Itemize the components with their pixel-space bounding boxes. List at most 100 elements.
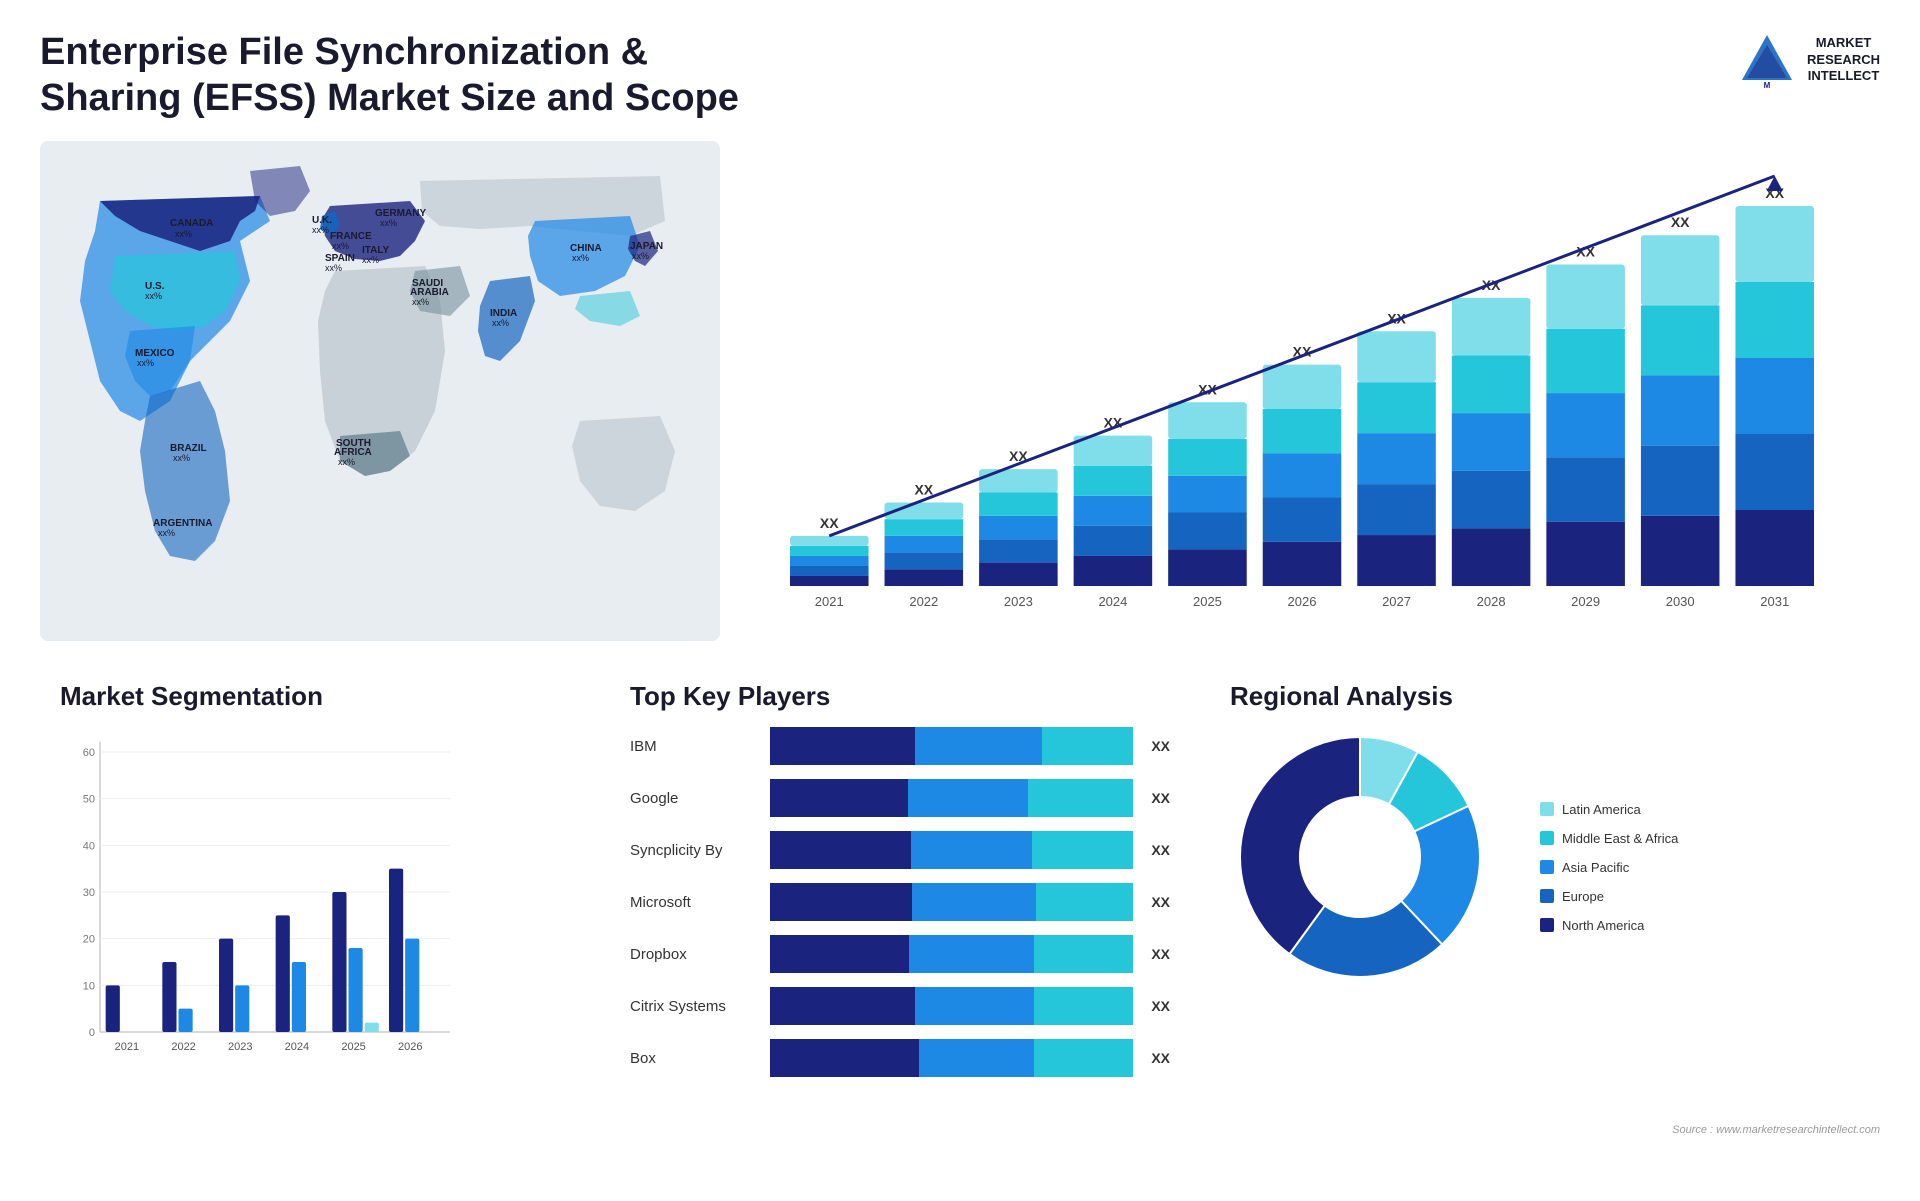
donut-legend-item: Latin America xyxy=(1540,802,1678,817)
bar-year-label: 2021 xyxy=(815,594,844,609)
bar-year-label: 2025 xyxy=(1193,594,1222,609)
donut-area: Latin AmericaMiddle East & AfricaAsia Pa… xyxy=(1230,727,1860,1007)
page-title: Enterprise File Synchronization & Sharin… xyxy=(40,30,740,121)
player-row: Citrix SystemsXX xyxy=(630,987,1170,1025)
bar-year-label: 2022 xyxy=(909,594,938,609)
player-bar-wrap xyxy=(770,1039,1133,1077)
player-name: Microsoft xyxy=(630,894,760,911)
seg-bar xyxy=(276,916,290,1033)
player-bar-inner xyxy=(770,1039,1133,1077)
bar-segment xyxy=(885,519,964,536)
player-bar-segment xyxy=(1034,935,1134,973)
player-bar-wrap xyxy=(770,831,1133,869)
bar-segment xyxy=(1546,265,1625,329)
player-bar-segment xyxy=(1036,883,1133,921)
player-row: Microsoft XX xyxy=(630,883,1170,921)
bar-year-label: 2027 xyxy=(1382,594,1411,609)
bar-segment xyxy=(1168,476,1247,513)
regional-container: Regional Analysis Latin AmericaMiddle Ea… xyxy=(1210,671,1880,1171)
segmentation-chart: 0102030405060202120222023202420252026 xyxy=(60,727,570,1087)
player-bar-label: XX xyxy=(1151,1050,1170,1066)
bar-segment xyxy=(790,536,869,546)
donut-legend-item: Europe xyxy=(1540,889,1678,904)
player-bar-label: XX xyxy=(1151,738,1170,754)
player-bar-inner xyxy=(770,779,1133,817)
bar-segment xyxy=(790,546,869,556)
bar-segment xyxy=(1263,498,1342,542)
svg-text:xx%: xx% xyxy=(380,218,397,228)
bar-chart: XX2021XX2022XX2023XX2024XX2025XX2026XX20… xyxy=(760,161,1860,601)
bar-segment xyxy=(1168,402,1247,439)
bar-segment xyxy=(1641,376,1720,446)
player-name: Google xyxy=(630,790,760,807)
bar-segment xyxy=(1452,529,1531,587)
player-bar-label: XX xyxy=(1151,998,1170,1014)
bar-segment xyxy=(1357,382,1436,433)
svg-text:40: 40 xyxy=(83,841,95,853)
bar-segment xyxy=(1263,542,1342,586)
player-bar-segment xyxy=(908,779,1028,817)
svg-text:xx%: xx% xyxy=(145,291,162,301)
player-bar-segment xyxy=(770,831,911,869)
bar-segment xyxy=(1735,434,1814,510)
bar-year-label: 2023 xyxy=(1004,594,1033,609)
bar-segment xyxy=(1452,471,1531,529)
bar-segment xyxy=(1452,298,1531,356)
bar-segment xyxy=(1357,433,1436,484)
svg-text:2024: 2024 xyxy=(285,1041,309,1053)
seg-bar xyxy=(349,948,363,1032)
player-name: Dropbox xyxy=(630,946,760,963)
player-bar-segment xyxy=(770,883,912,921)
bar-segment xyxy=(790,556,869,566)
bar-segment xyxy=(1074,526,1153,556)
svg-text:xx%: xx% xyxy=(492,318,509,328)
bar-segment xyxy=(1546,329,1625,393)
seg-chart-svg: 0102030405060202120222023202420252026 xyxy=(60,732,490,1082)
player-row: DropboxXX xyxy=(630,935,1170,973)
player-name: IBM xyxy=(630,738,760,755)
seg-bar xyxy=(332,892,346,1032)
player-bar-segment xyxy=(1034,1039,1133,1077)
donut-legend-color xyxy=(1540,889,1554,903)
world-map: CANADA xx% U.S. xx% MEXICO xx% BRAZIL xx… xyxy=(40,141,720,641)
player-bar-segment xyxy=(770,727,915,765)
player-bar-segment xyxy=(1028,779,1133,817)
bar-segment xyxy=(1452,413,1531,471)
donut-legend-item: North America xyxy=(1540,918,1678,933)
bar-segment xyxy=(1074,436,1153,466)
header: Enterprise File Synchronization & Sharin… xyxy=(40,30,1880,121)
svg-text:2021: 2021 xyxy=(115,1041,139,1053)
donut-legend-color xyxy=(1540,802,1554,816)
bar-year-label: 2024 xyxy=(1098,594,1127,609)
svg-text:xx%: xx% xyxy=(412,297,429,307)
donut-legend-label: North America xyxy=(1562,918,1644,933)
bar-segment xyxy=(885,536,964,553)
player-bar-inner xyxy=(770,727,1133,765)
player-bar-label: XX xyxy=(1151,894,1170,910)
bar-segment xyxy=(790,576,869,586)
player-bar-segment xyxy=(912,883,1036,921)
logo-icon: M xyxy=(1737,30,1797,90)
player-bar-segment xyxy=(911,831,1032,869)
bar-segment xyxy=(1263,365,1342,409)
bar-top-label: XX xyxy=(914,482,933,498)
player-bar-segment xyxy=(770,935,909,973)
bar-segment xyxy=(1357,535,1436,586)
player-name: Box xyxy=(630,1050,760,1067)
player-bar-wrap xyxy=(770,883,1133,921)
svg-text:60: 60 xyxy=(83,747,95,759)
seg-bars-render: 0102030405060202120222023202420252026 xyxy=(60,732,550,1087)
player-bar-segment xyxy=(919,1039,1035,1077)
bottom-section: Market Segmentation 01020304050602021202… xyxy=(40,671,1880,1171)
player-name: Syncplicity By xyxy=(630,842,760,859)
player-bar-segment xyxy=(915,987,1034,1025)
bar-segment xyxy=(1074,556,1153,586)
player-bar-wrap xyxy=(770,727,1133,765)
svg-text:50: 50 xyxy=(83,794,95,806)
bar-segment xyxy=(1641,235,1720,305)
bar-segment xyxy=(979,516,1058,539)
bar-segment xyxy=(885,569,964,586)
player-row: IBM XX xyxy=(630,727,1170,765)
donut-legend: Latin AmericaMiddle East & AfricaAsia Pa… xyxy=(1540,802,1678,933)
bar-segment xyxy=(1074,466,1153,496)
